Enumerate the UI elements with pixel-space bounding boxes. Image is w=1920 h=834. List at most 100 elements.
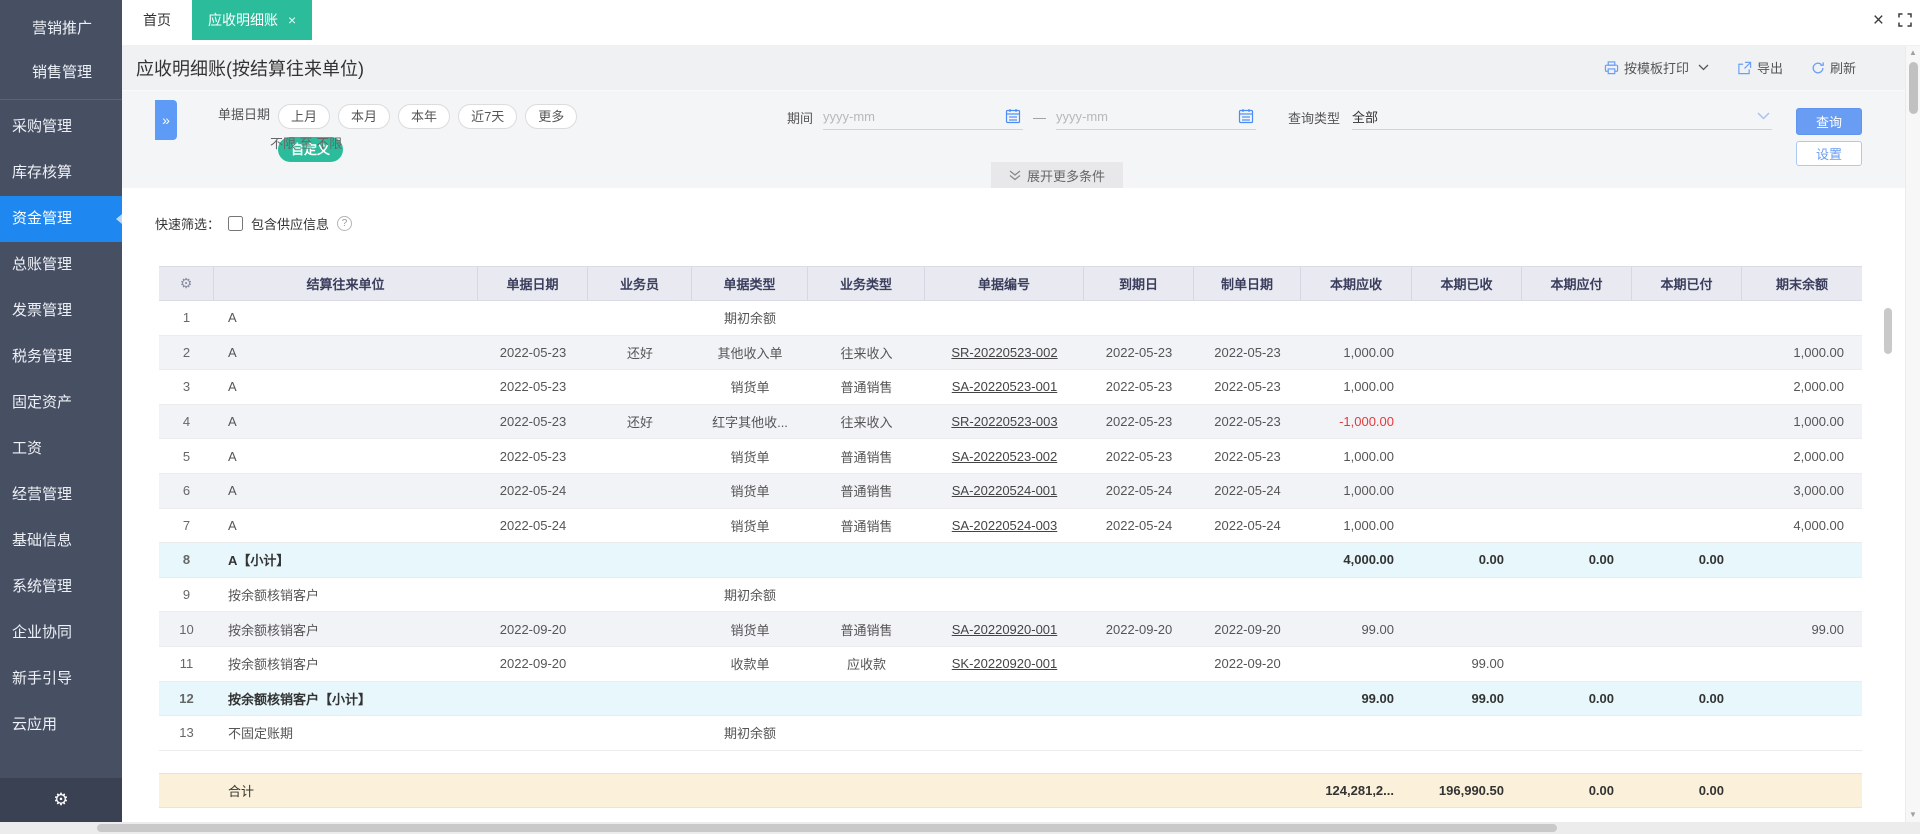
horizontal-scrollbar-thumb[interactable]	[97, 824, 1557, 832]
period-to-input[interactable]	[1056, 109, 1229, 124]
sidebar-item-16[interactable]: 云应用	[0, 702, 122, 748]
cell-doc_type: 销货单	[730, 484, 770, 500]
cell-doc_type: 销货单	[730, 380, 770, 396]
sidebar-item-4[interactable]: 库存核算	[0, 150, 122, 196]
cell-doc_type: 期初余额	[723, 588, 776, 604]
table-row[interactable]: 11 按余额核销客户 2022-09-20 收款单 应收款 SK-20220920-001…	[159, 646, 1862, 682]
subtotal-row[interactable]: 8 A【小计】 4,000.00 0.00 0.00 0.00	[159, 543, 1862, 578]
column-settings-gear-icon[interactable]: ⚙	[159, 267, 214, 300]
query-type-select[interactable]: 全部	[1352, 104, 1773, 130]
period-from-input[interactable]	[823, 109, 996, 124]
sidebar-item-15[interactable]: 新手引导	[0, 656, 122, 702]
cell-unit: A	[228, 448, 237, 464]
scroll-up-icon[interactable]: ▲	[1909, 46, 1917, 60]
sidebar-settings-bar[interactable]: ⚙	[0, 778, 122, 822]
sidebar-item-7[interactable]: 发票管理	[0, 288, 122, 334]
tab-receivable-ledger[interactable]: 应收明细账 ×	[192, 0, 313, 40]
subtotal-row[interactable]: 12 按余额核销客户【小计】 99.00 99.00 0.00 0.00	[159, 681, 1862, 717]
date-pill-4[interactable]: 近7天	[458, 104, 518, 129]
table-row[interactable]: 10 按余额核销客户 2022-09-20 销货单 普通销售 SA-20220920-00…	[159, 612, 1862, 647]
export-button[interactable]: 导出	[1737, 58, 1783, 77]
scroll-down-icon[interactable]: ▼	[1909, 808, 1917, 822]
refresh-label: 刷新	[1829, 61, 1856, 76]
cell-unit: 按余额核销客户【小计】	[228, 691, 372, 707]
table-row[interactable]: 1 A 期初余额	[159, 301, 1862, 336]
table-row[interactable]: 7 A 2022-05-24 销货单 普通销售 SA-20220524-003 2022-0…	[159, 508, 1862, 544]
cell-unit: A	[228, 483, 237, 499]
doc-number-link[interactable]: SA-20220524-001	[925, 483, 1084, 498]
sidebar-item-6[interactable]: 总账管理	[0, 242, 122, 288]
sidebar-item-2[interactable]: 销售管理	[0, 51, 122, 95]
table-row[interactable]: 3 A 2022-05-23 销货单 普通销售 SA-20220523-001 2022-0…	[159, 370, 1862, 405]
date-pill-2[interactable]: 本月	[338, 104, 391, 129]
help-icon[interactable]: ?	[337, 215, 353, 231]
print-dropdown-chevron-icon[interactable]	[1698, 64, 1709, 71]
gear-icon[interactable]: ⚙	[53, 790, 68, 810]
calendar-icon[interactable]	[1005, 108, 1021, 124]
total-received: 196,990.50	[1438, 782, 1504, 798]
cell-num: 6	[182, 483, 191, 499]
cell-receivable: 1,000.00	[1343, 379, 1394, 395]
table-row[interactable]: 13 不固定账期 期初余额	[159, 716, 1862, 751]
sidebar-item-1[interactable]: 营销推广	[0, 7, 122, 51]
doc-number-link[interactable]: SA-20220523-001	[925, 379, 1084, 394]
column-header: 业务员	[588, 267, 692, 300]
sidebar-item-8[interactable]: 税务管理	[0, 334, 122, 380]
doc-number-link[interactable]: SA-20220523-002	[925, 449, 1084, 464]
date-pill-5[interactable]: 更多	[525, 104, 578, 129]
expand-sidebar-filter-button[interactable]: »	[155, 100, 177, 140]
sidebar-item-3[interactable]: 采购管理	[0, 104, 122, 150]
tab-close-icon[interactable]: ×	[288, 12, 296, 28]
table-row[interactable]: 4 A 2022-05-23 还好 红字其他收... 往来收入 SR-20220523-00…	[159, 404, 1862, 440]
date-pill-1[interactable]: 上月	[278, 104, 331, 129]
quick-filter-bar: 快速筛选： 包含供应信息 ?	[155, 208, 1920, 238]
print-by-template-button[interactable]: 按模板打印	[1604, 58, 1689, 77]
cell-received: 99.00	[1471, 656, 1504, 672]
calendar-icon[interactable]	[1238, 108, 1254, 124]
table-row[interactable]: 2 A 2022-05-23 还好 其他收入单 往来收入 SR-20220523-002 20…	[159, 335, 1862, 371]
settings-button[interactable]: 设置	[1796, 141, 1862, 166]
cell-make_date: 2022-05-23	[1214, 448, 1281, 464]
horizontal-scrollbar[interactable]	[0, 822, 1920, 834]
page-scrollbar[interactable]: ▲ ▼	[1905, 46, 1920, 822]
doc-number-link[interactable]: SA-20220920-001	[925, 622, 1084, 637]
cell-due_date: 2022-05-24	[1105, 483, 1173, 499]
period-dash: —	[1033, 109, 1047, 125]
column-header: 制单日期	[1194, 267, 1301, 300]
include-supply-info-checkbox[interactable]	[228, 215, 244, 231]
table-scrollbar-thumb[interactable]	[1884, 308, 1892, 354]
close-icon[interactable]: ×	[1873, 11, 1884, 30]
title-bar: 应收明细账(按结算往来单位) 按模板打印 导出 刷新	[122, 40, 1920, 90]
doc-number-link[interactable]: SK-20220920-001	[925, 656, 1084, 671]
sidebar-item-9[interactable]: 固定资产	[0, 380, 122, 426]
refresh-button[interactable]: 刷新	[1811, 58, 1856, 77]
doc-number-link[interactable]: SR-20220523-002	[925, 345, 1084, 360]
search-button[interactable]: 查询	[1796, 108, 1862, 135]
sidebar-item-11[interactable]: 经营管理	[0, 472, 122, 518]
cell-doc_type: 红字其他收...	[712, 415, 788, 431]
tab-home[interactable]: 首页	[122, 0, 192, 40]
page-scrollbar-thumb[interactable]	[1908, 62, 1918, 114]
cell-num: 11	[179, 656, 194, 672]
table-row[interactable]: 6 A 2022-05-24 销货单 普通销售 SA-20220524-001 2022-0…	[159, 473, 1862, 509]
expand-more-button[interactable]: 展开更多条件	[990, 162, 1123, 188]
sidebar-item-10[interactable]: 工资	[0, 426, 122, 472]
fullscreen-icon[interactable]	[1898, 13, 1912, 27]
table-row[interactable]: 9 按余额核销客户 期初余额	[159, 577, 1862, 613]
doc-number-link[interactable]: SA-20220524-003	[925, 518, 1084, 533]
sidebar-item-5[interactable]: 资金管理	[0, 196, 122, 242]
cell-num: 5	[182, 448, 191, 464]
cell-due_date: 2022-05-23	[1105, 414, 1173, 430]
date-pill-3[interactable]: 本年	[398, 104, 451, 129]
cell-salesman: 还好	[626, 415, 653, 431]
cell-paid: 0.00	[1698, 690, 1724, 706]
cell-date: 2022-05-23	[499, 379, 567, 395]
sidebar-item-13[interactable]: 系统管理	[0, 564, 122, 610]
sidebar-item-14[interactable]: 企业协同	[0, 610, 122, 656]
table-row[interactable]: 5 A 2022-05-23 销货单 普通销售 SA-20220523-002 2022-0…	[159, 439, 1862, 474]
sidebar-item-12[interactable]: 基础信息	[0, 518, 122, 564]
column-header: 本期应收	[1301, 267, 1412, 300]
doc-number-link[interactable]: SR-20220523-003	[925, 414, 1084, 429]
sidebar: 营销推广 销售管理采购管理 库存核算 资金管理 总账管理 发票管理 税务管理 固定资产 工资 经营…	[0, 0, 122, 822]
cell-balance: 3,000.00	[1793, 483, 1844, 499]
